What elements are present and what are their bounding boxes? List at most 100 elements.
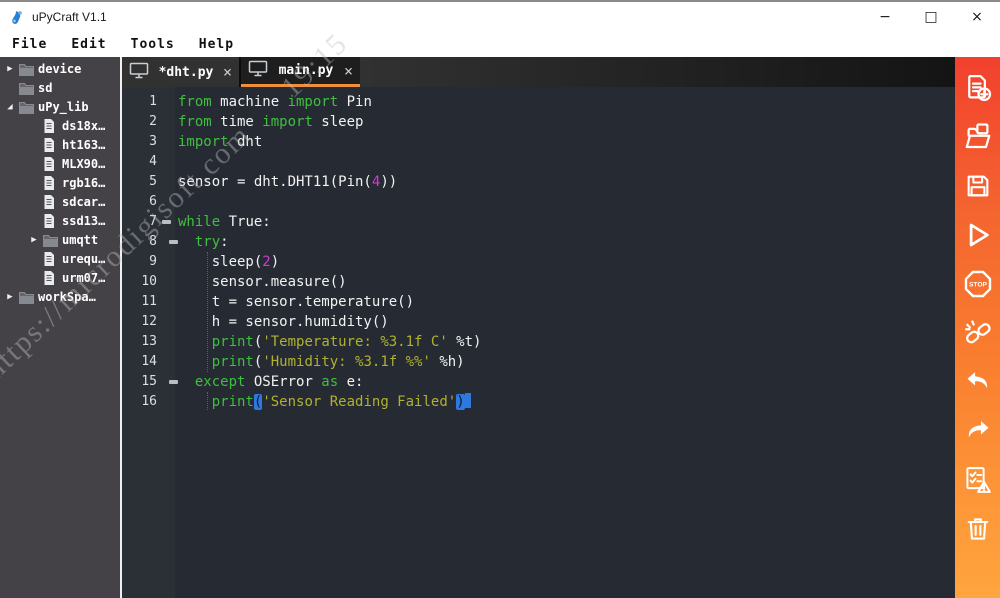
code-line[interactable]: 4 bbox=[122, 152, 955, 172]
code-line[interactable]: 3 import dht bbox=[122, 132, 955, 152]
file-icon bbox=[42, 213, 60, 229]
code-line[interactable]: 11 t = sensor.temperature() bbox=[122, 292, 955, 312]
clear-icon[interactable] bbox=[961, 512, 995, 546]
tree-item-label: ds18x… bbox=[62, 118, 106, 133]
tab-dht-py[interactable]: *dht.py × bbox=[122, 57, 241, 87]
code-line[interactable]: 12 h = sensor.humidity() bbox=[122, 312, 955, 332]
tree-item-label: ssd13… bbox=[62, 213, 106, 228]
code-text: print('Humidity: %3.1f %%' %h) bbox=[211, 354, 465, 370]
tree-item-label: ht163… bbox=[62, 137, 106, 152]
new-file-icon[interactable] bbox=[961, 71, 995, 105]
close-button[interactable]: × bbox=[954, 2, 1000, 32]
file-icon bbox=[42, 175, 60, 191]
menu-bar: File Edit Tools Help bbox=[0, 32, 1000, 57]
fold-marker-icon[interactable] bbox=[162, 220, 171, 224]
download-run-icon[interactable] bbox=[961, 218, 995, 252]
code-line[interactable]: 2 from time import sleep bbox=[122, 112, 955, 132]
code-line[interactable]: 7 while True: bbox=[122, 212, 955, 232]
menu-item-help[interactable]: Help bbox=[199, 37, 234, 52]
tab-close-icon[interactable]: × bbox=[223, 63, 232, 81]
tree-item-urm07[interactable]: urm07… bbox=[0, 268, 120, 287]
open-file-icon[interactable] bbox=[961, 120, 995, 154]
minimize-button[interactable]: − bbox=[862, 2, 908, 32]
code-text: except OSError as e: bbox=[194, 374, 364, 390]
tree-item-label: sdcar… bbox=[62, 194, 106, 209]
stop-icon[interactable]: STOP bbox=[961, 267, 995, 301]
tree-item-urequ[interactable]: urequ… bbox=[0, 249, 120, 268]
line-number: 7 bbox=[122, 212, 175, 232]
tree-item-ht163[interactable]: ht163… bbox=[0, 135, 120, 154]
code-text: from machine import Pin bbox=[178, 94, 372, 110]
folder-icon bbox=[18, 81, 36, 95]
file-icon bbox=[42, 137, 60, 153]
menu-item-file[interactable]: File bbox=[12, 37, 47, 52]
code-text: sensor.measure() bbox=[178, 274, 347, 290]
tab-main-py[interactable]: main.py × bbox=[241, 57, 360, 87]
undo-icon[interactable] bbox=[961, 365, 995, 399]
collapsed-arrow-icon[interactable]: ▶ bbox=[2, 292, 18, 302]
tree-item-label: umqtt bbox=[62, 232, 99, 247]
tree-item-mlx90[interactable]: MLX90… bbox=[0, 154, 120, 173]
line-number: 3 bbox=[149, 134, 157, 149]
code-text: print('Temperature: %3.1f C' %t) bbox=[211, 334, 482, 350]
tree-item-label: workSpa… bbox=[38, 289, 96, 304]
code-line[interactable]: 5 sensor = dht.DHT11(Pin(4)) bbox=[122, 172, 955, 192]
save-file-icon[interactable] bbox=[961, 169, 995, 203]
folder-icon bbox=[18, 62, 36, 76]
code-line[interactable]: 6 bbox=[122, 192, 955, 212]
code-text: t = sensor.temperature() bbox=[178, 294, 415, 310]
tree-item-label: device bbox=[38, 61, 82, 76]
line-number: 10 bbox=[141, 274, 157, 289]
code-line[interactable]: 16 print('Sensor Reading Failed') bbox=[122, 392, 955, 412]
connect-icon[interactable] bbox=[961, 316, 995, 350]
fold-marker-icon[interactable] bbox=[169, 240, 178, 244]
editor-area: *dht.py × main.py × 1 from machine import Pi… bbox=[122, 57, 955, 598]
code-line[interactable]: 10 sensor.measure() bbox=[122, 272, 955, 292]
tree-item-upylib[interactable]: ◢ uPy_lib bbox=[0, 97, 120, 116]
line-number: 6 bbox=[149, 194, 157, 209]
tree-item-label: urm07… bbox=[62, 270, 106, 285]
code-pane[interactable]: 1 from machine import Pin 2 from time impor… bbox=[122, 87, 955, 598]
tree-item-label: uPy_lib bbox=[38, 99, 89, 114]
folder-icon bbox=[42, 233, 60, 247]
code-text: sensor = dht.DHT11(Pin(4)) bbox=[178, 174, 398, 190]
tree-item-device[interactable]: ▶ device bbox=[0, 59, 120, 78]
tree-item-rgb16[interactable]: rgb16… bbox=[0, 173, 120, 192]
syntax-check-icon[interactable] bbox=[961, 463, 995, 497]
folder-icon bbox=[18, 290, 36, 304]
maximize-button[interactable]: □ bbox=[908, 2, 954, 32]
code-line[interactable]: 9 sleep(2) bbox=[122, 252, 955, 272]
tree-item-umqtt[interactable]: ▶ umqtt bbox=[0, 230, 120, 249]
tree-item-label: rgb16… bbox=[62, 175, 106, 190]
svg-text:STOP: STOP bbox=[968, 282, 987, 289]
code-text: sleep(2) bbox=[178, 254, 280, 270]
collapsed-arrow-icon[interactable]: ▶ bbox=[26, 235, 42, 245]
line-number: 5 bbox=[149, 174, 157, 189]
code-line[interactable]: 15 except OSError as e: bbox=[122, 372, 955, 392]
tab-close-icon[interactable]: × bbox=[344, 62, 353, 80]
tree-item-sdcar[interactable]: sdcar… bbox=[0, 192, 120, 211]
expanded-arrow-icon[interactable]: ◢ bbox=[2, 102, 18, 112]
code-text: try: bbox=[194, 234, 229, 250]
code-line[interactable]: 8 try: bbox=[122, 232, 955, 252]
tree-item-workspa[interactable]: ▶ workSpa… bbox=[0, 287, 120, 306]
fold-marker-icon[interactable] bbox=[169, 380, 178, 384]
tab-label: main.py bbox=[278, 63, 334, 78]
action-toolbar: STOP bbox=[955, 57, 1000, 598]
window-title: uPyCraft V1.1 bbox=[32, 10, 107, 24]
menu-item-edit[interactable]: Edit bbox=[71, 37, 106, 52]
editor-caret bbox=[464, 393, 471, 408]
redo-icon[interactable] bbox=[961, 414, 995, 448]
file-tree: ▶ device sd ◢ uPy_lib ds18x… ht163… MLX90… rgb16… bbox=[0, 57, 120, 598]
tree-item-ssd13[interactable]: ssd13… bbox=[0, 211, 120, 230]
code-line[interactable]: 1 from machine import Pin bbox=[122, 92, 955, 112]
code-line[interactable]: 14 print('Humidity: %3.1f %%' %h) bbox=[122, 352, 955, 372]
collapsed-arrow-icon[interactable]: ▶ bbox=[2, 64, 18, 74]
line-number: 9 bbox=[149, 254, 157, 269]
tree-item-sd[interactable]: sd bbox=[0, 78, 120, 97]
code-line[interactable]: 13 print('Temperature: %3.1f C' %t) bbox=[122, 332, 955, 352]
tree-item-ds18x[interactable]: ds18x… bbox=[0, 116, 120, 135]
tree-item-label: urequ… bbox=[62, 251, 106, 266]
menu-item-tools[interactable]: Tools bbox=[131, 37, 175, 52]
